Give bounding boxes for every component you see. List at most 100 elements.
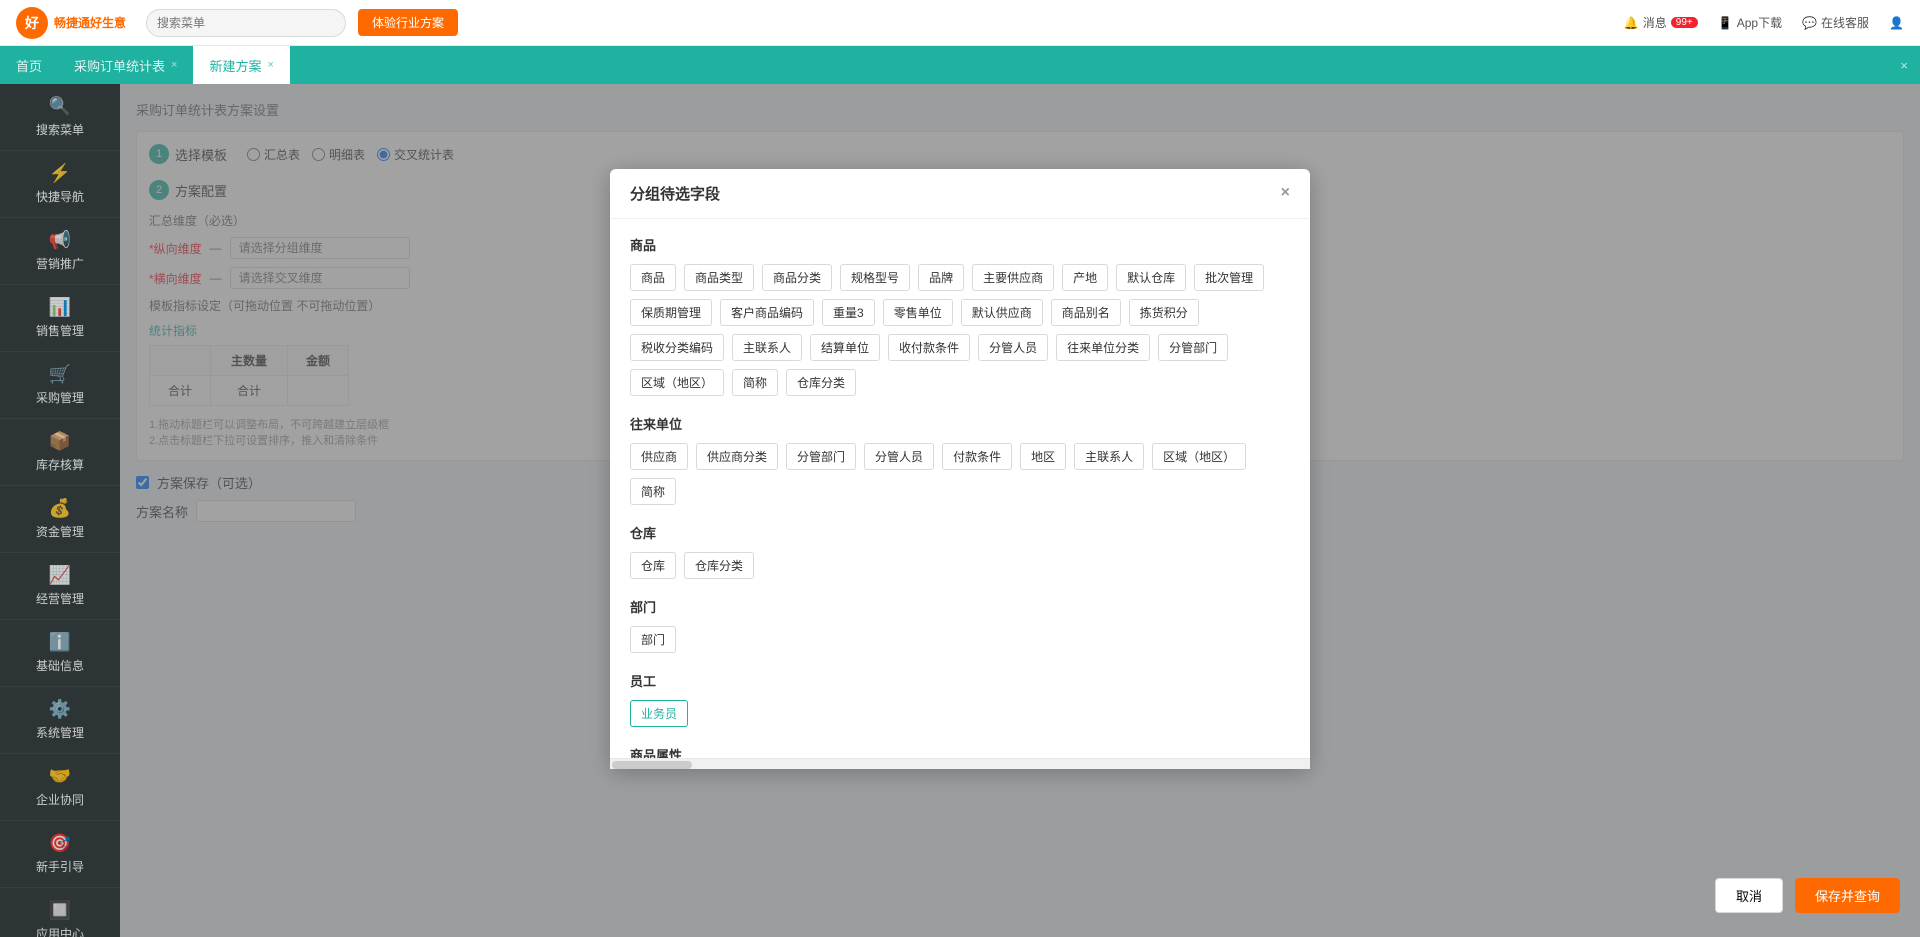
section-partner: 往来单位 供应商 供应商分类 分管部门 分管人员 付款条件 地区 主联系人 区域… xyxy=(630,414,1290,505)
field-short-name[interactable]: 简称 xyxy=(732,369,778,396)
field-payment-terms[interactable]: 收付款条件 xyxy=(888,334,970,361)
field-tax-category[interactable]: 税收分类编码 xyxy=(630,334,724,361)
field-supplier[interactable]: 供应商 xyxy=(630,443,688,470)
operations-icon: 📈 xyxy=(49,565,71,586)
sidebar-item-purchase[interactable]: 🛒 采购管理 xyxy=(0,352,120,419)
notification-label: 消息 xyxy=(1643,14,1667,31)
field-contact-person[interactable]: 主联系人 xyxy=(1074,443,1144,470)
field-goods-category[interactable]: 商品分类 xyxy=(762,264,832,291)
field-settlement-unit[interactable]: 结算单位 xyxy=(810,334,880,361)
sidebar-item-operations[interactable]: 📈 经营管理 xyxy=(0,553,120,620)
sidebar-item-finance[interactable]: 💰 资金管理 xyxy=(0,486,120,553)
sidebar-item-inventory[interactable]: 📦 库存核算 xyxy=(0,419,120,486)
field-supervisor[interactable]: 分管人员 xyxy=(978,334,1048,361)
field-dept-managed[interactable]: 分管部门 xyxy=(1158,334,1228,361)
sidebar-item-cooperation[interactable]: 🤝 企业协同 xyxy=(0,754,120,821)
modal-footer-btns: 取消 保存并查询 xyxy=(1715,878,1900,913)
sidebar-item-basic[interactable]: ℹ️ 基础信息 xyxy=(0,620,120,687)
cooperation-icon: 🤝 xyxy=(49,766,71,787)
section-goods-title: 商品 xyxy=(630,235,1290,254)
tab-purchase-stats-close[interactable]: × xyxy=(171,59,177,71)
sidebar-item-sales[interactable]: 📊 销售管理 xyxy=(0,285,120,352)
field-main-supplier[interactable]: 主要供应商 xyxy=(972,264,1054,291)
section-partner-fields: 供应商 供应商分类 分管部门 分管人员 付款条件 地区 主联系人 区域（地区） … xyxy=(630,443,1290,505)
field-dept[interactable]: 部门 xyxy=(630,626,676,653)
sidebar-item-guide[interactable]: 🎯 新手引导 xyxy=(0,821,120,888)
bell-icon: 🔔 xyxy=(1624,16,1639,30)
modal-group-select: 分组待选字段 × 商品 商品 商品类型 商品分类 规格型号 品牌 主要供应商 产… xyxy=(610,169,1310,769)
system-icon: ⚙️ xyxy=(49,699,71,720)
field-supplier-cat[interactable]: 供应商分类 xyxy=(696,443,778,470)
save-button[interactable]: 保存并查询 xyxy=(1795,878,1900,913)
field-retail-unit[interactable]: 零售单位 xyxy=(883,299,953,326)
modal-close-btn[interactable]: × xyxy=(1281,184,1290,202)
section-department: 部门 部门 xyxy=(630,597,1290,653)
field-partner-region[interactable]: 区域（地区） xyxy=(1152,443,1246,470)
section-goods-fields: 商品 商品类型 商品分类 规格型号 品牌 主要供应商 产地 默认仓库 批次管理 … xyxy=(630,264,1290,396)
field-district[interactable]: 地区 xyxy=(1020,443,1066,470)
field-batch-mgmt[interactable]: 批次管理 xyxy=(1194,264,1264,291)
guide-icon: 🎯 xyxy=(49,833,71,854)
field-goods-type[interactable]: 商品类型 xyxy=(684,264,754,291)
field-pickup-points[interactable]: 拣货积分 xyxy=(1129,299,1199,326)
sidebar: 🔍 搜索菜单 ⚡ 快捷导航 📢 营销推广 📊 销售管理 🛒 采购管理 📦 库存核… xyxy=(0,84,120,937)
sidebar-item-search-menu[interactable]: 🔍 搜索菜单 xyxy=(0,84,120,151)
field-weight3[interactable]: 重量3 xyxy=(822,299,875,326)
field-brand[interactable]: 品牌 xyxy=(918,264,964,291)
section-staff: 员工 业务员 xyxy=(630,671,1290,727)
field-goods[interactable]: 商品 xyxy=(630,264,676,291)
section-warehouse-fields: 仓库 仓库分类 xyxy=(630,552,1290,579)
field-quality-mgmt[interactable]: 保质期管理 xyxy=(630,299,712,326)
modal-scroll-track[interactable] xyxy=(610,758,1310,768)
service-icon: 💬 xyxy=(1802,16,1817,30)
field-customer-code[interactable]: 客户商品编码 xyxy=(720,299,814,326)
sidebar-item-quick-nav[interactable]: ⚡ 快捷导航 xyxy=(0,151,120,218)
modal-title: 分组待选字段 xyxy=(630,183,720,204)
user-icon: 👤 xyxy=(1889,16,1904,30)
nav-online-service[interactable]: 💬 在线客服 xyxy=(1802,14,1869,31)
modal-scroll-thumb[interactable] xyxy=(612,761,692,769)
purchase-icon: 🛒 xyxy=(49,364,71,385)
modal-body[interactable]: 商品 商品 商品类型 商品分类 规格型号 品牌 主要供应商 产地 默认仓库 批次… xyxy=(610,219,1310,759)
experience-btn[interactable]: 体验行业方案 xyxy=(358,9,458,36)
field-origin[interactable]: 产地 xyxy=(1062,264,1108,291)
field-region-area[interactable]: 区域（地区） xyxy=(630,369,724,396)
field-spec-type[interactable]: 规格型号 xyxy=(840,264,910,291)
nav-search-input[interactable] xyxy=(146,9,346,37)
sidebar-item-appcenter[interactable]: 🔲 应用中心 xyxy=(0,888,120,937)
tab-new-plan[interactable]: 新建方案 × xyxy=(193,46,289,84)
field-payment-condition[interactable]: 付款条件 xyxy=(942,443,1012,470)
tab-new-plan-close[interactable]: × xyxy=(267,59,273,71)
tab-home[interactable]: 首页 xyxy=(0,46,58,84)
section-warehouse: 仓库 仓库 仓库分类 xyxy=(630,523,1290,579)
field-business-staff[interactable]: 业务员 xyxy=(630,700,688,727)
nav-app-download[interactable]: 📱 App下载 xyxy=(1718,14,1782,31)
nav-notifications[interactable]: 🔔 消息 99+ xyxy=(1624,14,1698,31)
section-goods-props: 商品属性 属性 颜色 多规格 尺码 鞋码 1 xyxy=(630,745,1290,759)
field-wh-category[interactable]: 仓库分类 xyxy=(786,369,856,396)
field-wh-cat[interactable]: 仓库分类 xyxy=(684,552,754,579)
cancel-button[interactable]: 取消 xyxy=(1715,878,1783,913)
download-icon: 📱 xyxy=(1718,16,1733,30)
field-managed-staff[interactable]: 分管人员 xyxy=(864,443,934,470)
tab-bar: 首页 采购订单统计表 × 新建方案 × × xyxy=(0,46,1920,84)
field-warehouse[interactable]: 仓库 xyxy=(630,552,676,579)
sidebar-item-marketing[interactable]: 📢 营销推广 xyxy=(0,218,120,285)
section-department-title: 部门 xyxy=(630,597,1290,616)
field-managed-dept[interactable]: 分管部门 xyxy=(786,443,856,470)
sidebar-item-system[interactable]: ⚙️ 系统管理 xyxy=(0,687,120,754)
logo-text: 畅捷通好生意 xyxy=(54,14,126,31)
field-source-unit-cat[interactable]: 往来单位分类 xyxy=(1056,334,1150,361)
field-default-supplier[interactable]: 默认供应商 xyxy=(961,299,1043,326)
finance-icon: 💰 xyxy=(49,498,71,519)
top-nav: 好 畅捷通好生意 体验行业方案 🔔 消息 99+ 📱 App下载 💬 在线客服 … xyxy=(0,0,1920,46)
tab-purchase-stats[interactable]: 采购订单统计表 × xyxy=(58,46,193,84)
field-default-warehouse[interactable]: 默认仓库 xyxy=(1116,264,1186,291)
sales-icon: 📊 xyxy=(49,297,71,318)
field-partner-short[interactable]: 简称 xyxy=(630,478,676,505)
lightning-icon: ⚡ xyxy=(49,163,71,184)
field-goods-alias[interactable]: 商品别名 xyxy=(1051,299,1121,326)
nav-user[interactable]: 👤 xyxy=(1889,16,1904,30)
tab-close-all[interactable]: × xyxy=(1900,58,1920,73)
field-main-contact[interactable]: 主联系人 xyxy=(732,334,802,361)
